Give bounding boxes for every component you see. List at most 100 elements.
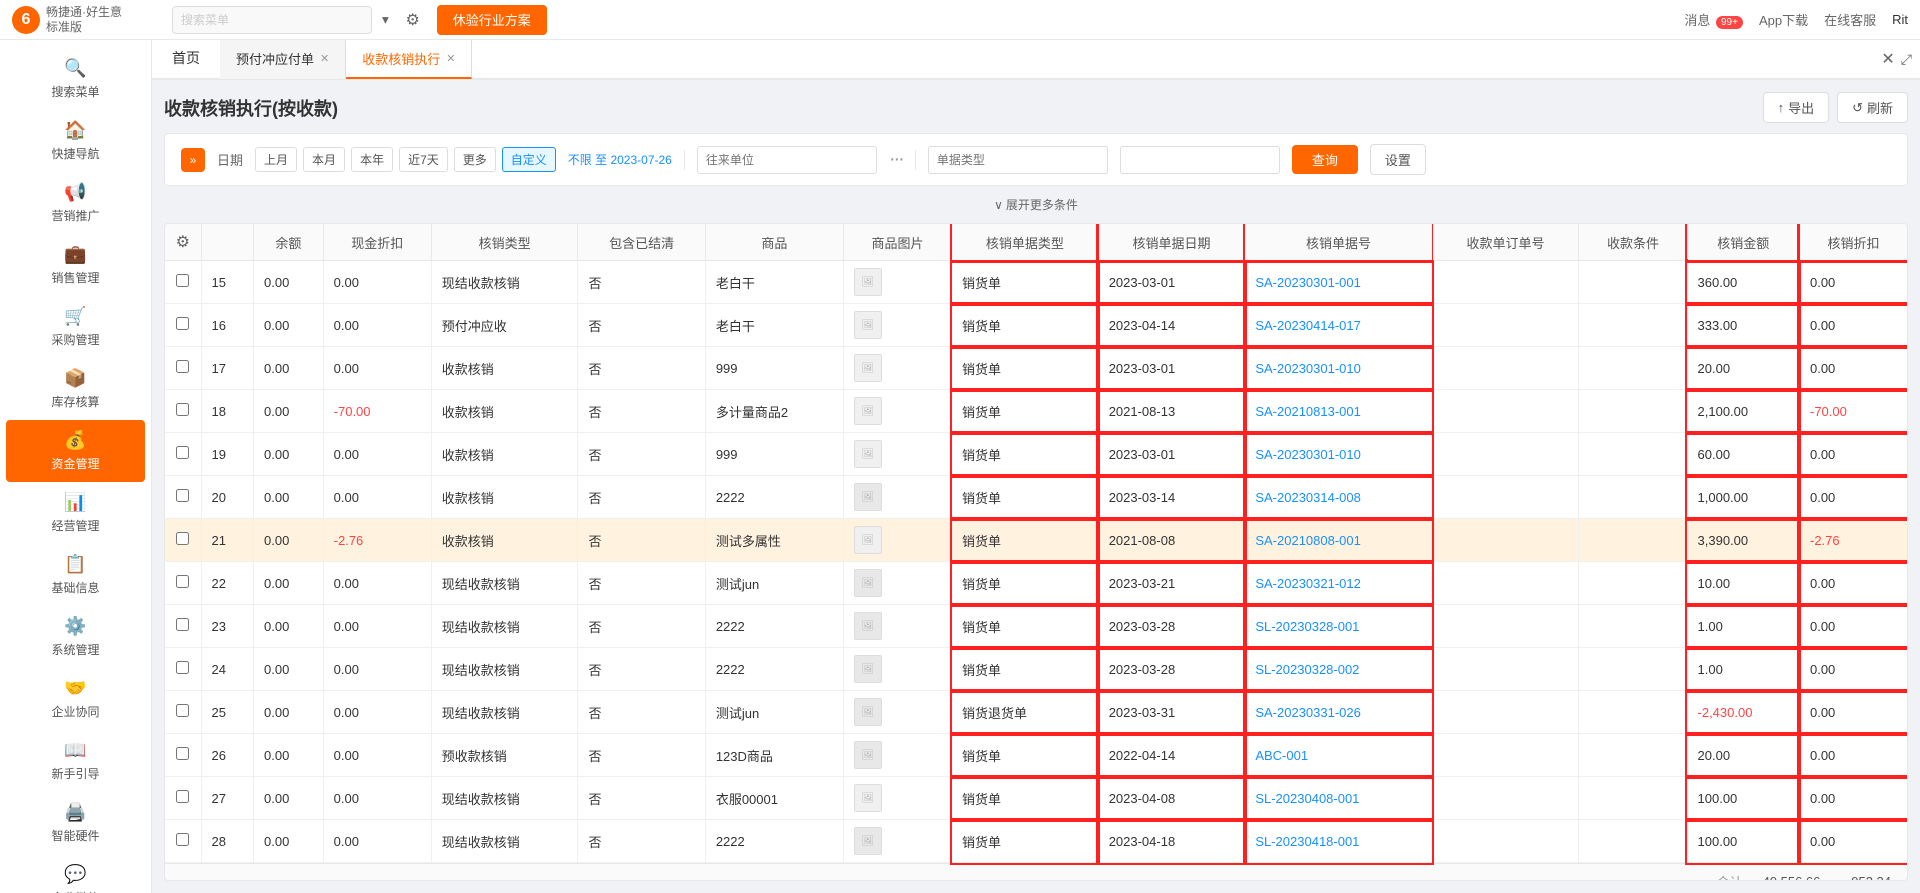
row-bill-link-7[interactable]: SA-20230321-012 bbox=[1255, 576, 1361, 591]
row-verify-bill-no-0[interactable]: SA-20230301-001 bbox=[1245, 261, 1432, 304]
row-checkbox-9[interactable] bbox=[176, 661, 189, 674]
tab-prepay[interactable]: 预付冲应付单 ✕ bbox=[220, 40, 346, 79]
row-checkbox-0[interactable] bbox=[176, 274, 189, 287]
dropdown-button[interactable]: ▾ bbox=[382, 6, 389, 34]
filter-this-month-btn[interactable]: 本月 bbox=[303, 147, 345, 172]
row-bill-link-2[interactable]: SA-20230301-010 bbox=[1255, 361, 1361, 376]
row-settings-3[interactable] bbox=[165, 390, 201, 433]
row-verify-bill-no-11[interactable]: ABC-001 bbox=[1245, 734, 1432, 777]
row-verify-bill-no-5[interactable]: SA-20230314-008 bbox=[1245, 476, 1432, 519]
row-verify-bill-no-4[interactable]: SA-20230301-010 bbox=[1245, 433, 1432, 476]
row-settings-6[interactable] bbox=[165, 519, 201, 562]
row-settings-8[interactable] bbox=[165, 605, 201, 648]
row-bill-link-9[interactable]: SL-20230328-002 bbox=[1255, 662, 1359, 677]
row-verify-bill-no-7[interactable]: SA-20230321-012 bbox=[1245, 562, 1432, 605]
sidebar-item-shortcut[interactable]: 🏠快捷导航 bbox=[0, 110, 151, 172]
sidebar-item-basic[interactable]: 📋基础信息 bbox=[0, 544, 151, 606]
row-bill-link-8[interactable]: SL-20230328-001 bbox=[1255, 619, 1359, 634]
row-checkbox-11[interactable] bbox=[176, 747, 189, 760]
sidebar-item-finance[interactable]: 💰资金管理 bbox=[6, 420, 145, 482]
row-checkbox-12[interactable] bbox=[176, 790, 189, 803]
filter-settings-btn[interactable]: 设置 bbox=[1370, 144, 1426, 175]
row-settings-11[interactable] bbox=[165, 734, 201, 777]
tab-receipt[interactable]: 收款核销执行 ✕ bbox=[346, 40, 472, 79]
sidebar-item-search[interactable]: 🔍搜索菜单 bbox=[0, 48, 151, 110]
refresh-btn[interactable]: ↺ 刷新 bbox=[1837, 92, 1908, 123]
tab-close-all-btn[interactable]: ✕ bbox=[1881, 49, 1894, 69]
industry-btn[interactable]: 休验行业方案 bbox=[437, 5, 547, 35]
row-verify-bill-no-2[interactable]: SA-20230301-010 bbox=[1245, 347, 1432, 390]
row-verify-bill-no-1[interactable]: SA-20230414-017 bbox=[1245, 304, 1432, 347]
export-btn[interactable]: ↑ 导出 bbox=[1763, 92, 1830, 123]
row-verify-bill-no-13[interactable]: SL-20230418-001 bbox=[1245, 820, 1432, 863]
row-verify-bill-no-3[interactable]: SA-20210813-001 bbox=[1245, 390, 1432, 433]
row-settings-7[interactable] bbox=[165, 562, 201, 605]
tab-prepay-close[interactable]: ✕ bbox=[320, 52, 329, 65]
row-bill-link-3[interactable]: SA-20210813-001 bbox=[1255, 404, 1361, 419]
row-settings-4[interactable] bbox=[165, 433, 201, 476]
row-checkbox-5[interactable] bbox=[176, 489, 189, 502]
messages-link[interactable]: 消息 99+ bbox=[1684, 10, 1743, 29]
sidebar-item-purchase[interactable]: 🛒采购管理 bbox=[0, 296, 151, 358]
row-bill-link-12[interactable]: SL-20230408-001 bbox=[1255, 791, 1359, 806]
sidebar-item-wechat[interactable]: 💬企业微信 bbox=[0, 854, 151, 893]
sidebar-item-operation[interactable]: 📊经营管理 bbox=[0, 482, 151, 544]
row-verify-bill-no-9[interactable]: SL-20230328-002 bbox=[1245, 648, 1432, 691]
row-settings-5[interactable] bbox=[165, 476, 201, 519]
app-download-link[interactable]: App下载 bbox=[1759, 10, 1808, 29]
row-bill-link-10[interactable]: SA-20230331-026 bbox=[1255, 705, 1361, 720]
row-checkbox-6[interactable] bbox=[176, 532, 189, 545]
col-settings-header[interactable]: ⚙ bbox=[165, 224, 201, 261]
filter-last-month-btn[interactable]: 上月 bbox=[255, 147, 297, 172]
row-bill-link-1[interactable]: SA-20230414-017 bbox=[1255, 318, 1361, 333]
sidebar-item-hardware[interactable]: 🖨️智能硬件 bbox=[0, 792, 151, 854]
row-verify-bill-no-12[interactable]: SL-20230408-001 bbox=[1245, 777, 1432, 820]
filter-from-unit-input[interactable] bbox=[697, 146, 877, 174]
row-checkbox-2[interactable] bbox=[176, 360, 189, 373]
row-checkbox-4[interactable] bbox=[176, 446, 189, 459]
row-verify-bill-no-10[interactable]: SA-20230331-026 bbox=[1245, 691, 1432, 734]
row-checkbox-1[interactable] bbox=[176, 317, 189, 330]
sidebar-item-guide[interactable]: 📖新手引导 bbox=[0, 730, 151, 792]
tab-expand-btn[interactable]: ⤢ bbox=[1901, 51, 1912, 68]
row-verify-bill-no-6[interactable]: SA-20210808-001 bbox=[1245, 519, 1432, 562]
row-bill-link-6[interactable]: SA-20210808-001 bbox=[1255, 533, 1361, 548]
row-settings-9[interactable] bbox=[165, 648, 201, 691]
tab-receipt-close[interactable]: ✕ bbox=[446, 52, 455, 65]
row-settings-10[interactable] bbox=[165, 691, 201, 734]
row-bill-link-0[interactable]: SA-20230301-001 bbox=[1255, 275, 1361, 290]
filter-7days-btn[interactable]: 近7天 bbox=[399, 147, 448, 172]
row-checkbox-10[interactable] bbox=[176, 704, 189, 717]
row-verify-bill-no-8[interactable]: SL-20230328-001 bbox=[1245, 605, 1432, 648]
sidebar-item-marketing[interactable]: 📢营销推广 bbox=[0, 172, 151, 234]
filter-bill-type-select[interactable] bbox=[1120, 146, 1280, 174]
row-settings-12[interactable] bbox=[165, 777, 201, 820]
filter-bill-type-input[interactable] bbox=[928, 146, 1108, 174]
row-checkbox-3[interactable] bbox=[176, 403, 189, 416]
filter-query-btn[interactable]: 查询 bbox=[1292, 145, 1358, 174]
expand-more-btn[interactable]: ∨ 展开更多条件 bbox=[994, 196, 1078, 213]
filter-this-year-btn[interactable]: 本年 bbox=[351, 147, 393, 172]
row-checkbox-13[interactable] bbox=[176, 833, 189, 846]
filter-custom-btn[interactable]: 自定义 bbox=[502, 147, 556, 172]
gear-button[interactable]: ⚙ bbox=[399, 6, 427, 34]
row-bill-link-11[interactable]: ABC-001 bbox=[1255, 748, 1308, 763]
row-settings-2[interactable] bbox=[165, 347, 201, 390]
row-settings-1[interactable] bbox=[165, 304, 201, 347]
table-settings-btn[interactable]: ⚙ bbox=[176, 232, 190, 252]
filter-toggle-btn[interactable]: » bbox=[181, 148, 205, 172]
online-support-link[interactable]: 在线客服 bbox=[1824, 10, 1876, 29]
sidebar-item-system[interactable]: ⚙️系统管理 bbox=[0, 606, 151, 668]
tab-home[interactable]: 首页 bbox=[152, 40, 220, 79]
row-checkbox-8[interactable] bbox=[176, 618, 189, 631]
row-bill-link-5[interactable]: SA-20230314-008 bbox=[1255, 490, 1361, 505]
row-bill-link-13[interactable]: SL-20230418-001 bbox=[1255, 834, 1359, 849]
row-settings-0[interactable] bbox=[165, 261, 201, 304]
row-bill-link-4[interactable]: SA-20230301-010 bbox=[1255, 447, 1361, 462]
sidebar-item-inventory[interactable]: 📦库存核算 bbox=[0, 358, 151, 420]
filter-more-btn[interactable]: 更多 bbox=[454, 147, 496, 172]
sidebar-item-enterprise[interactable]: 🤝企业协同 bbox=[0, 668, 151, 730]
sidebar-item-sales[interactable]: 💼销售管理 bbox=[0, 234, 151, 296]
row-checkbox-7[interactable] bbox=[176, 575, 189, 588]
row-settings-13[interactable] bbox=[165, 820, 201, 863]
